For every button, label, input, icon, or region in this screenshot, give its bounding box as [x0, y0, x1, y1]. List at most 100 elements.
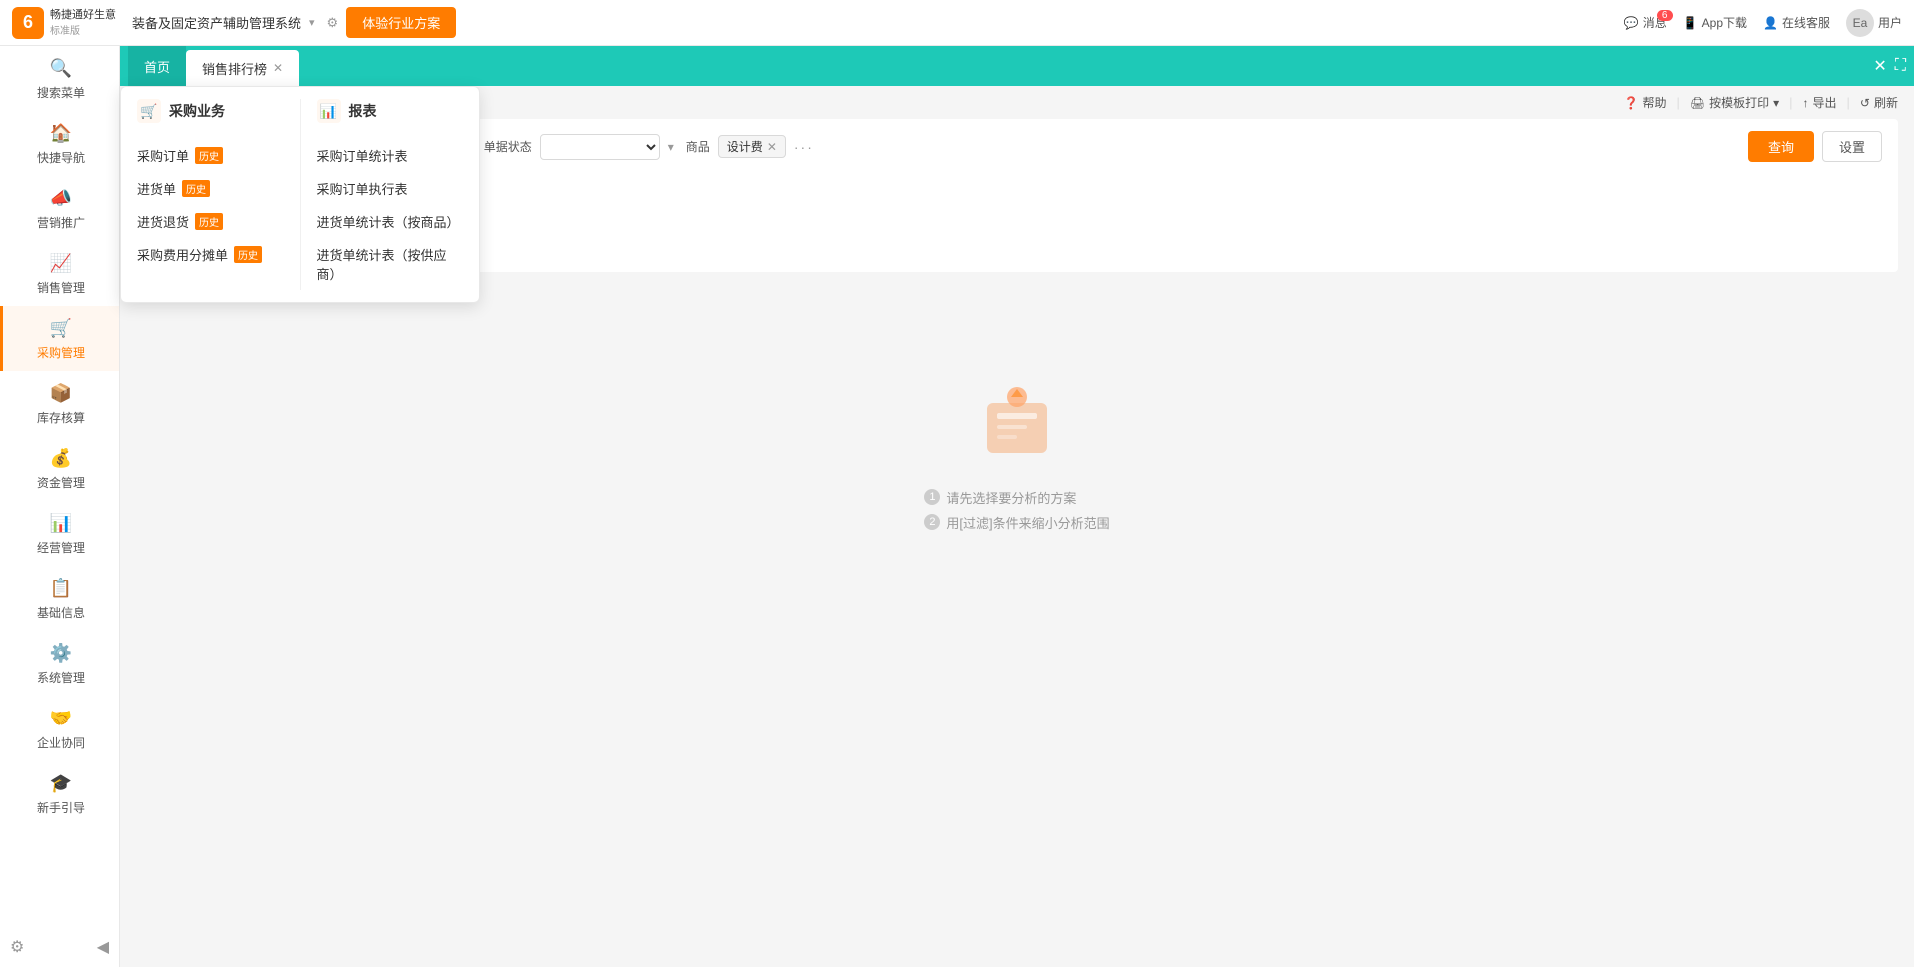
app-download-btn[interactable]: 📱 App下载 — [1683, 14, 1747, 31]
menu-item-purchase-exec[interactable]: 采购订单执行表 — [317, 172, 464, 205]
tab-home[interactable]: 首页 — [128, 46, 186, 86]
status-select[interactable] — [540, 134, 660, 160]
purchase-col: 🛒 采购业务 采购订单 历史 进货单 历史 进货退货 历史 采购费用分摊单 历史 — [121, 99, 300, 290]
sidebar-label-collab: 企业协同 — [37, 734, 85, 751]
purchase-col-icon: 🛒 — [137, 99, 161, 123]
history-tag-1: 历史 — [195, 147, 223, 164]
sidebar-item-quick[interactable]: 🏠 快捷导航 — [0, 111, 119, 176]
home-icon: 🏠 — [49, 121, 73, 145]
settings-bottom-icon[interactable]: ⚙ — [10, 937, 24, 957]
tab-sales-rank[interactable]: 销售排行榜 ✕ — [186, 50, 299, 86]
message-btn[interactable]: 💬 消息 6 — [1624, 14, 1667, 31]
sidebar-item-system[interactable]: ⚙️ 系统管理 — [0, 631, 119, 696]
history-tag-2: 历史 — [182, 180, 210, 197]
operation-icon: 📊 — [49, 511, 73, 535]
goods-dots[interactable]: ··· — [794, 139, 814, 155]
logo-tag: 标准版 — [50, 22, 116, 37]
headset-icon: 👤 — [1763, 16, 1778, 30]
message-badge: 6 — [1657, 10, 1673, 21]
sidebar-item-marketing[interactable]: 📣 营销推广 — [0, 176, 119, 241]
print-dropdown-icon[interactable]: ▾ — [1773, 96, 1779, 110]
sidebar-label-basic: 基础信息 — [37, 604, 85, 621]
menu-item-return-label: 进货退货 — [137, 212, 189, 231]
system-title-text[interactable]: 装备及固定资产辅助管理系统 — [132, 13, 301, 32]
sidebar-item-inventory[interactable]: 📦 库存核算 — [0, 371, 119, 436]
menu-item-incoming-label: 进货单 — [137, 179, 176, 198]
user-label: 用户 — [1878, 14, 1902, 31]
refresh-icon: ↺ — [1860, 96, 1870, 110]
top-right-area: 💬 消息 6 📱 App下载 👤 在线客服 Ea 用户 — [1624, 9, 1902, 37]
trial-button[interactable]: 体验行业方案 — [346, 7, 456, 38]
refresh-btn[interactable]: ↺ 刷新 — [1860, 94, 1898, 111]
query-button[interactable]: 查询 — [1748, 131, 1814, 162]
export-icon: ↑ — [1803, 96, 1809, 110]
toolbar-divider2: | — [1789, 95, 1792, 110]
sidebar-label-inventory: 库存核算 — [37, 409, 85, 426]
empty-illustration — [967, 373, 1067, 476]
tab-close-window-btn[interactable]: ✕ — [1873, 56, 1886, 76]
tab-bar-right: ✕ ⛶ — [1873, 56, 1906, 76]
menu-item-incoming-goods[interactable]: 进货单统计表（按商品） — [317, 205, 464, 238]
report-col-icon: 📊 — [317, 99, 341, 123]
tab-bar: 首页 销售排行榜 ✕ ✕ ⛶ — [120, 46, 1914, 86]
sidebar-item-search[interactable]: 🔍 搜索菜单 — [0, 46, 119, 111]
help-btn[interactable]: ❓ 帮助 — [1623, 94, 1666, 111]
title-gear-icon[interactable]: ⚙ — [327, 15, 339, 31]
empty-tip-2-text: 用[过滤]条件来缩小分析范围 — [946, 513, 1109, 532]
menu-item-expense[interactable]: 采购费用分摊单 历史 — [137, 238, 284, 271]
menu-item-purchase-order-label: 采购订单 — [137, 146, 189, 165]
refresh-label: 刷新 — [1874, 94, 1898, 111]
report-col: 📊 报表 采购订单统计表 采购订单执行表 进货单统计表（按商品） 进货单统计表（… — [300, 99, 480, 290]
empty-state: 1 请先选择要分析的方案 2 用[过滤]条件来缩小分析范围 — [128, 280, 1906, 630]
menu-item-expense-label: 采购费用分摊单 — [137, 245, 228, 264]
empty-tip-2: 2 用[过滤]条件来缩小分析范围 — [924, 513, 1109, 532]
menu-item-purchase-stat[interactable]: 采购订单统计表 — [317, 139, 464, 172]
goods-tag-label: 设计费 — [727, 138, 763, 155]
message-icon: 💬 — [1624, 16, 1639, 30]
top-bar: 6 畅捷通好生意 标准版 装备及固定资产辅助管理系统 ▾ ⚙ 体验行业方案 💬 … — [0, 0, 1914, 46]
sidebar-item-purchase[interactable]: 🛒 采购管理 — [0, 306, 119, 371]
export-btn[interactable]: ↑ 导出 — [1803, 94, 1837, 111]
sidebar-item-finance[interactable]: 💰 资金管理 — [0, 436, 119, 501]
help-label: 帮助 — [1642, 94, 1666, 111]
tab-close-icon[interactable]: ✕ — [273, 61, 283, 75]
purchase-dropdown-menu: 🛒 采购业务 采购订单 历史 进货单 历史 进货退货 历史 采购费用分摊单 历史 — [120, 86, 480, 303]
app-download-label: App下载 — [1702, 14, 1747, 31]
logo-area: 6 畅捷通好生意 标准版 — [12, 7, 132, 39]
sidebar-item-collab[interactable]: 🤝 企业协同 — [0, 696, 119, 761]
online-service-btn[interactable]: 👤 在线客服 — [1763, 14, 1830, 31]
sales-icon: 📈 — [49, 251, 73, 275]
menu-item-purchase-stat-label: 采购订单统计表 — [317, 146, 408, 165]
collapse-sidebar-icon[interactable]: ◀ — [97, 937, 109, 957]
system-title-area: 装备及固定资产辅助管理系统 ▾ ⚙ 体验行业方案 — [132, 7, 1624, 38]
sidebar-item-operation[interactable]: 📊 经营管理 — [0, 501, 119, 566]
sidebar-item-basic[interactable]: 📋 基础信息 — [0, 566, 119, 631]
title-dropdown-arrow[interactable]: ▾ — [309, 16, 315, 29]
print-icon: 🖨 — [1690, 96, 1705, 110]
help-icon: ❓ — [1623, 96, 1638, 110]
print-btn[interactable]: 🖨 按模板打印 ▾ — [1690, 94, 1779, 111]
menu-item-incoming-goods-label: 进货单统计表（按商品） — [317, 212, 460, 231]
tab-maximize-btn[interactable]: ⛶ — [1895, 57, 1906, 75]
status-label: 单据状态 — [484, 138, 532, 155]
goods-tag-close[interactable]: ✕ — [767, 140, 777, 154]
user-area[interactable]: Ea 用户 — [1846, 9, 1902, 37]
tip-num-2: 2 — [924, 514, 940, 530]
purchase-col-header: 🛒 采购业务 — [137, 99, 284, 129]
system-icon: ⚙️ — [49, 641, 73, 665]
inventory-icon: 📦 — [49, 381, 73, 405]
logo-icon: 6 — [12, 7, 44, 39]
sidebar-label-system: 系统管理 — [37, 669, 85, 686]
goods-chips: 设计费 ✕ ··· — [718, 135, 814, 158]
sidebar-item-sales[interactable]: 📈 销售管理 — [0, 241, 119, 306]
setting-button[interactable]: 设置 — [1822, 131, 1882, 162]
export-label: 导出 — [1813, 94, 1837, 111]
menu-item-purchase-order[interactable]: 采购订单 历史 — [137, 139, 284, 172]
menu-item-return[interactable]: 进货退货 历史 — [137, 205, 284, 238]
report-col-header: 📊 报表 — [317, 99, 464, 129]
menu-item-incoming-supplier[interactable]: 进货单统计表（按供应商） — [317, 238, 464, 290]
status-dropdown-icon[interactable]: ▾ — [668, 140, 674, 154]
menu-item-incoming[interactable]: 进货单 历史 — [137, 172, 284, 205]
goods-tag-design: 设计费 ✕ — [718, 135, 786, 158]
sidebar-item-guide[interactable]: 🎓 新手引导 — [0, 761, 119, 826]
